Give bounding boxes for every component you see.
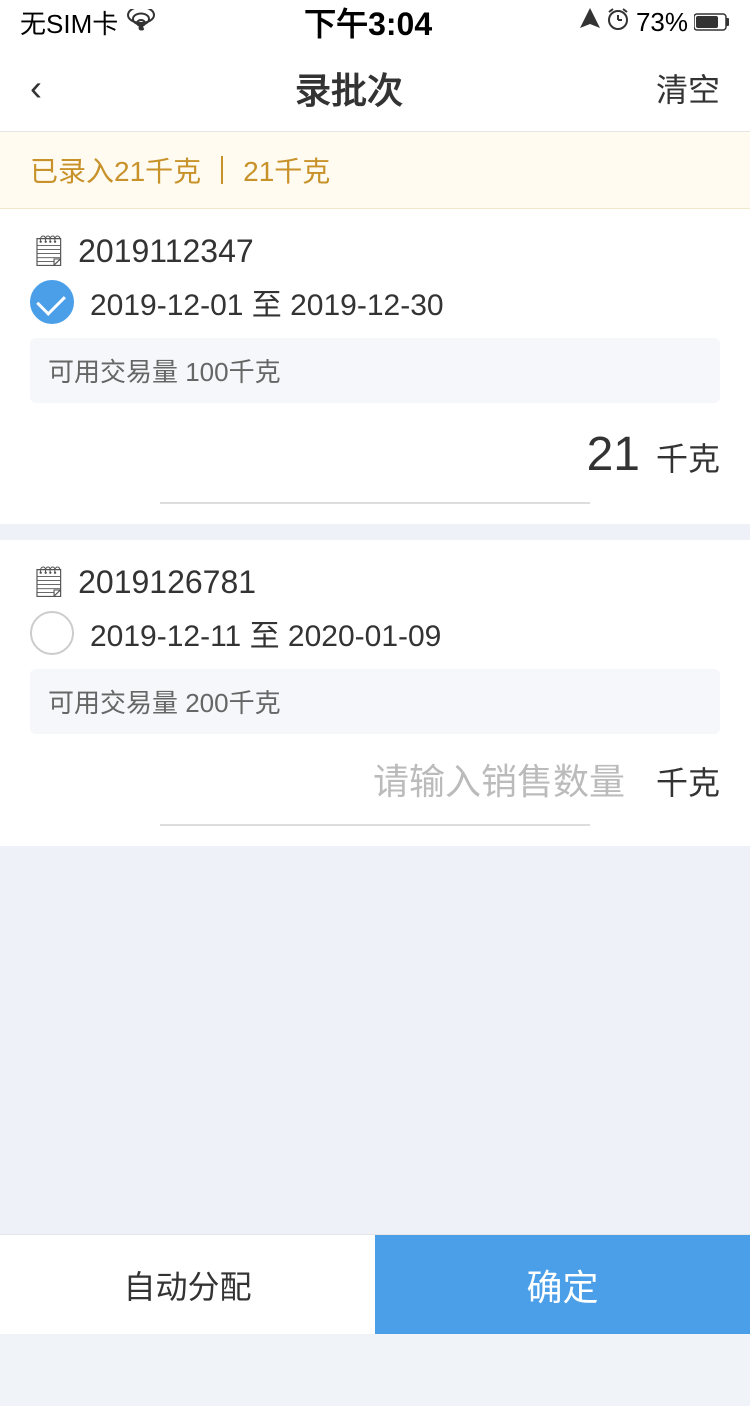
quantity-unit-1: 千克 — [656, 434, 720, 480]
total-label: 21千克 — [243, 150, 330, 190]
auto-distribute-button[interactable]: 自动分配 — [0, 1235, 375, 1334]
info-banner: 已录入21千克 21千克 — [0, 132, 750, 209]
carrier-label: 无SIM卡 — [20, 4, 118, 41]
batch-id-2: 2019126781 — [78, 564, 256, 601]
avail-label-1: 可用交易量 100千克 — [48, 357, 281, 387]
doc-icon-1: 🗒 — [30, 234, 68, 269]
battery-icon — [694, 7, 730, 38]
location-icon — [580, 6, 600, 39]
batch-date-row-2: 2019-12-11 至 2020-01-09 — [0, 611, 750, 669]
batch-id-1: 2019112347 — [78, 233, 254, 270]
quantity-input-row-2: 千克 — [0, 748, 750, 824]
confirm-button[interactable]: 确定 — [375, 1235, 750, 1334]
batch-date-row-1: 2019-12-01 至 2019-12-30 — [0, 280, 750, 338]
page-title: 录批次 — [295, 62, 403, 114]
quantity-value-1: 21 — [587, 427, 640, 482]
nav-bar: ‹ 录批次 清空 — [0, 44, 750, 132]
recorded-label: 已录入21千克 — [30, 150, 201, 190]
battery-label: 73% — [636, 7, 688, 38]
batch-date-2: 2019-12-11 至 2020-01-09 — [90, 611, 441, 655]
content-area: 🗒 2019112347 2019-12-01 至 2019-12-30 可用交… — [0, 209, 750, 1406]
radio-1[interactable] — [30, 280, 74, 324]
avail-row-2: 可用交易量 200千克 — [30, 669, 720, 734]
banner-divider — [221, 156, 223, 184]
wifi-icon — [126, 7, 156, 38]
quantity-row-1: 21 千克 — [0, 417, 750, 502]
quantity-input-unit-2: 千克 — [656, 758, 720, 804]
avail-row-1: 可用交易量 100千克 — [30, 338, 720, 403]
clear-button[interactable]: 清空 — [656, 65, 720, 111]
section-separator — [0, 524, 750, 540]
radio-2[interactable] — [30, 611, 74, 655]
batch-header-1: 🗒 2019112347 — [0, 209, 750, 280]
batch-item-1: 🗒 2019112347 2019-12-01 至 2019-12-30 可用交… — [0, 209, 750, 524]
bottom-bar: 自动分配 确定 — [0, 1234, 750, 1334]
status-right: 73% — [580, 6, 730, 39]
status-bar: 无SIM卡 下午3:04 73% — [0, 0, 750, 44]
batch-item-2: 🗒 2019126781 2019-12-11 至 2020-01-09 可用交… — [0, 540, 750, 846]
avail-label-2: 可用交易量 200千克 — [48, 688, 281, 718]
alarm-icon — [606, 7, 630, 38]
doc-icon-2: 🗒 — [30, 565, 68, 600]
back-button[interactable]: ‹ — [30, 67, 42, 109]
status-time: 下午3:04 — [304, 0, 432, 45]
status-left: 无SIM卡 — [20, 4, 156, 41]
batch-date-1: 2019-12-01 至 2019-12-30 — [90, 280, 444, 324]
quantity-input-2[interactable] — [340, 761, 640, 803]
batch-header-2: 🗒 2019126781 — [0, 540, 750, 611]
